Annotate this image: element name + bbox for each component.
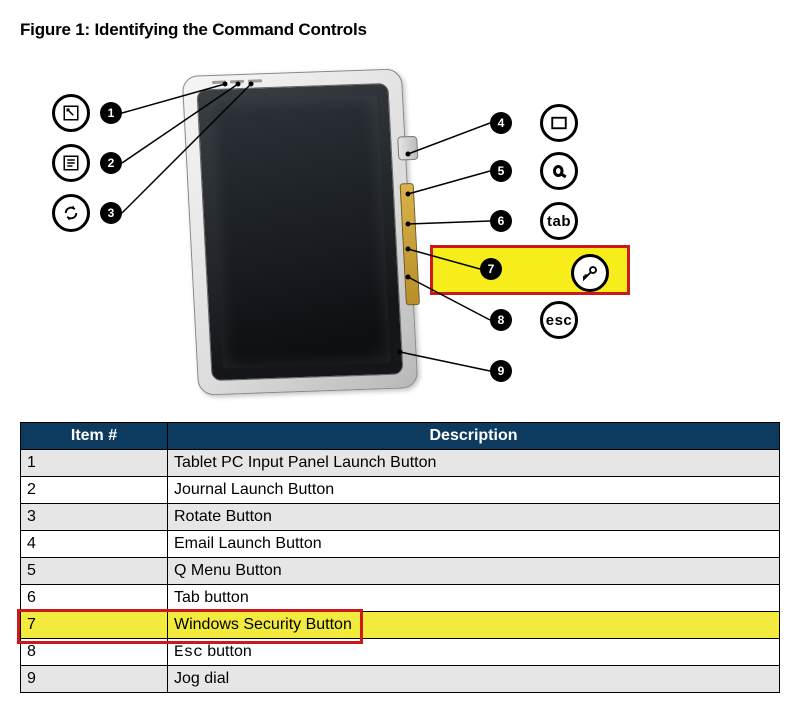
rotate-icon <box>52 194 90 232</box>
table-cell-item: 7 <box>21 612 168 639</box>
table-cell-desc: Email Launch Button <box>168 531 780 558</box>
table-row: 9Jog dial <box>21 666 780 693</box>
table-row: 7Windows Security Button <box>21 612 780 639</box>
table-wrap: Item # Description 1Tablet PC Input Pane… <box>20 422 769 693</box>
table-cell-desc: Q Menu Button <box>168 558 780 585</box>
table-cell-desc: Tab button <box>168 585 780 612</box>
diagram-area: 1 2 3 4 5 6 7 8 9 tab esc <box>20 52 640 412</box>
table-cell-item: 2 <box>21 477 168 504</box>
controls-table: Item # Description 1Tablet PC Input Pane… <box>20 422 780 693</box>
journal-icon <box>52 144 90 182</box>
table-cell-desc: Tablet PC Input Panel Launch Button <box>168 450 780 477</box>
security-key-icon <box>571 254 609 292</box>
marker-5: 5 <box>490 160 512 182</box>
table-row: 1Tablet PC Input Panel Launch Button <box>21 450 780 477</box>
table-header-item: Item # <box>21 423 168 450</box>
table-row: 8Esc button <box>21 639 780 666</box>
marker-2: 2 <box>100 152 122 174</box>
table-cell-desc: Esc button <box>168 639 780 666</box>
table-cell-item: 9 <box>21 666 168 693</box>
table-row: 3Rotate Button <box>21 504 780 531</box>
esc-icon: esc <box>540 301 578 339</box>
table-cell-desc: Rotate Button <box>168 504 780 531</box>
table-cell-item: 8 <box>21 639 168 666</box>
tab-icon: tab <box>540 202 578 240</box>
table-cell-item: 1 <box>21 450 168 477</box>
marker-8: 8 <box>490 309 512 331</box>
table-cell-desc: Jog dial <box>168 666 780 693</box>
table-row: 4Email Launch Button <box>21 531 780 558</box>
table-cell-item: 4 <box>21 531 168 558</box>
marker-1: 1 <box>100 102 122 124</box>
table-header-desc: Description <box>168 423 780 450</box>
table-cell-item: 5 <box>21 558 168 585</box>
marker-4: 4 <box>490 112 512 134</box>
tablet-device <box>182 68 419 395</box>
highlight-box-diagram <box>430 245 630 295</box>
figure-title: Figure 1: Identifying the Command Contro… <box>20 20 769 40</box>
q-menu-icon <box>540 152 578 190</box>
marker-3: 3 <box>100 202 122 224</box>
marker-6: 6 <box>490 210 512 232</box>
table-cell-item: 6 <box>21 585 168 612</box>
table-cell-desc: Journal Launch Button <box>168 477 780 504</box>
table-row: 2Journal Launch Button <box>21 477 780 504</box>
table-cell-desc: Windows Security Button <box>168 612 780 639</box>
marker-9: 9 <box>490 360 512 382</box>
table-row: 6Tab button <box>21 585 780 612</box>
marker-7: 7 <box>480 258 502 280</box>
table-cell-item: 3 <box>21 504 168 531</box>
email-icon <box>540 104 578 142</box>
input-panel-icon <box>52 94 90 132</box>
table-row: 5Q Menu Button <box>21 558 780 585</box>
